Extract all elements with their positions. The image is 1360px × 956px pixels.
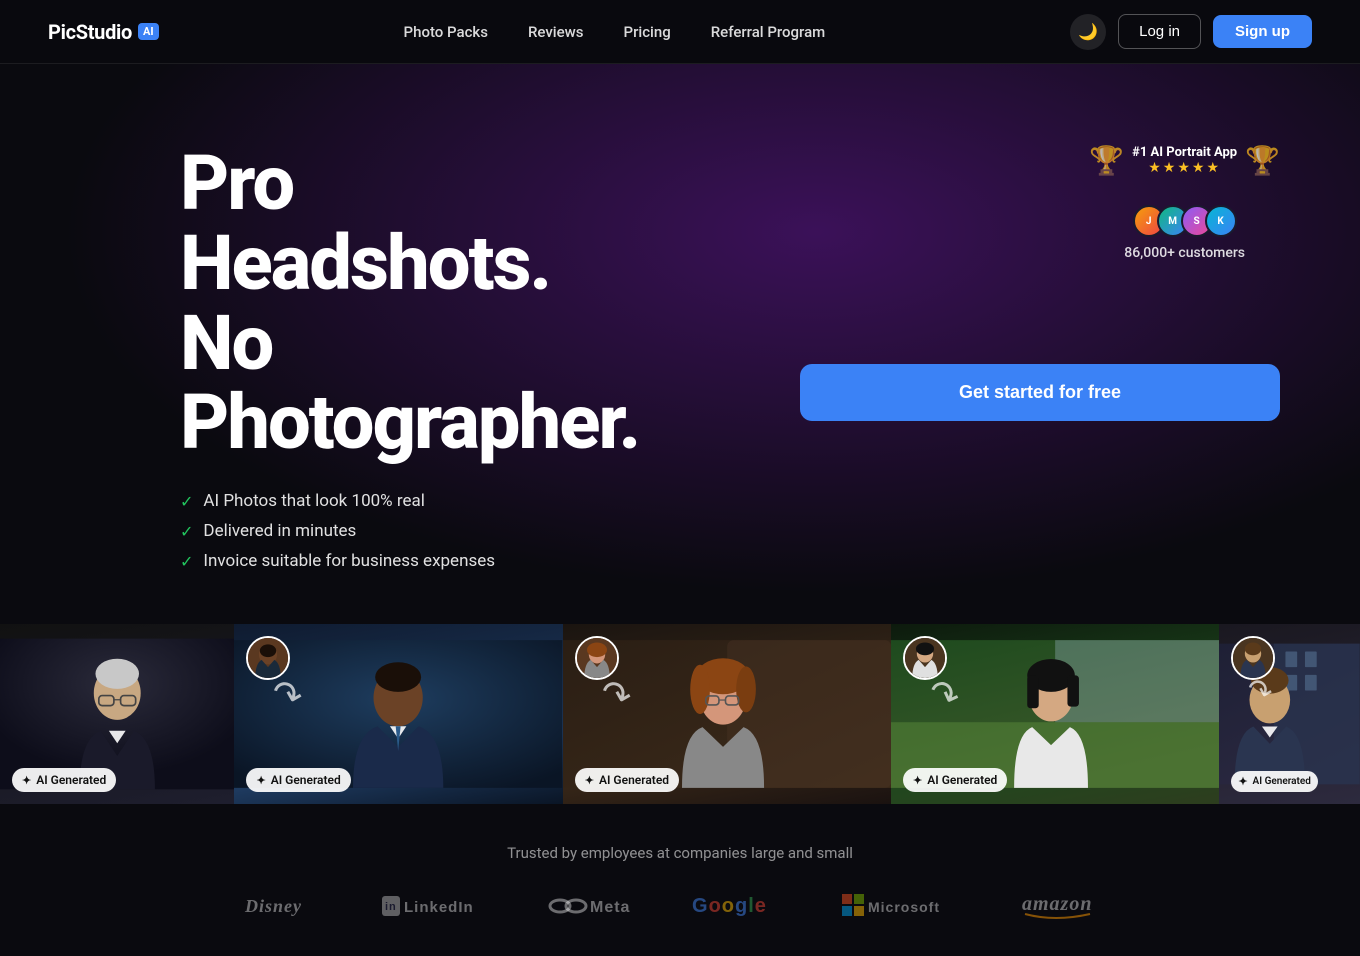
trusted-text: Trusted by employees at companies large … <box>48 844 1312 862</box>
customer-badge: J M S K 86,000+ customers <box>1124 205 1245 261</box>
svg-text:Microsoft: Microsoft <box>868 899 940 915</box>
cta-wrapper: Get started for free <box>800 364 1280 421</box>
feature-item-2: ✓ Delivered in minutes <box>180 521 639 541</box>
star-rating: ★★★★★ <box>1132 160 1237 176</box>
check-icon-1: ✓ <box>180 492 193 511</box>
linkedin-logo: in LinkedIn <box>380 891 480 926</box>
nav-link-pricing[interactable]: Pricing <box>624 23 671 41</box>
ai-badge-2: ✦ AI Generated <box>246 768 350 792</box>
ai-badge-5: ✦ AI Generated <box>1231 771 1318 792</box>
logo-badge: AI <box>138 23 159 40</box>
svg-text:in: in <box>385 901 397 913</box>
login-button[interactable]: Log in <box>1118 14 1201 49</box>
sparkle-icon-2: ✦ <box>256 774 265 787</box>
photo-card-4: ↷ ✦ AI Generated <box>891 624 1219 804</box>
company-logos: Disney in LinkedIn Meta Google <box>48 890 1312 926</box>
disney-logo: Disney <box>240 890 320 926</box>
laurel-left-icon: 🏆 <box>1089 144 1124 177</box>
hero-content: Pro Headshots. No Photographer. ✓ AI Pho… <box>180 144 639 611</box>
svg-text:LinkedIn: LinkedIn <box>404 899 474 916</box>
photo-card-3: ↷ ✦ AI Generated <box>563 624 891 804</box>
logo-text: PicStudio <box>48 20 132 44</box>
svg-text:Disney: Disney <box>244 896 302 916</box>
award-badge: 🏆 #1 AI Portrait App ★★★★★ 🏆 <box>1089 144 1280 177</box>
nav-links: Photo Packs Reviews Pricing Referral Pro… <box>404 22 826 41</box>
photo-card-5: ↷ ✦ AI Generated <box>1219 624 1360 804</box>
nav-link-referral[interactable]: Referral Program <box>711 23 826 41</box>
sparkle-icon-5: ✦ <box>1238 775 1247 788</box>
laurel-right-icon: 🏆 <box>1245 144 1280 177</box>
check-icon-3: ✓ <box>180 552 193 571</box>
ai-badge-4: ✦ AI Generated <box>903 768 1007 792</box>
customer-count: 86,000+ customers <box>1124 245 1245 261</box>
svg-text:amazon: amazon <box>1022 893 1092 915</box>
photo-card-1: ✦ AI Generated <box>0 624 234 804</box>
photo-strip: ✦ AI Generated <box>0 624 1360 804</box>
sparkle-icon-1: ✦ <box>22 774 31 787</box>
feature-item-3: ✓ Invoice suitable for business expenses <box>180 551 639 571</box>
google-logo: Google <box>690 890 780 926</box>
navbar: PicStudio AI Photo Packs Reviews Pricing… <box>0 0 1360 64</box>
ai-badge-1: ✦ AI Generated <box>12 768 116 792</box>
avatar-stack: J M S K <box>1133 205 1237 237</box>
check-icon-2: ✓ <box>180 522 193 541</box>
signup-button[interactable]: Sign up <box>1213 15 1312 48</box>
microsoft-logo: Microsoft <box>840 891 960 925</box>
avatar-4: K <box>1205 205 1237 237</box>
nav-link-reviews[interactable]: Reviews <box>528 23 584 41</box>
sparkle-icon-3: ✦ <box>585 774 594 787</box>
get-started-button[interactable]: Get started for free <box>800 364 1280 421</box>
theme-toggle-button[interactable]: 🌙 <box>1070 14 1106 50</box>
nav-actions: 🌙 Log in Sign up <box>1070 14 1312 50</box>
amazon-logo: amazon <box>1020 890 1120 926</box>
hero-features-list: ✓ AI Photos that look 100% real ✓ Delive… <box>180 491 639 571</box>
meta-logo: Meta <box>540 891 630 926</box>
svg-text:Google: Google <box>692 895 767 917</box>
social-proof: 🏆 #1 AI Portrait App ★★★★★ 🏆 J M S K 86,… <box>1089 144 1280 261</box>
logo[interactable]: PicStudio AI <box>48 20 159 44</box>
photo-card-2: ↷ ✦ AI Generated <box>234 624 562 804</box>
feature-item-1: ✓ AI Photos that look 100% real <box>180 491 639 511</box>
hero-title: Pro Headshots. No Photographer. <box>180 144 639 463</box>
trusted-section: Trusted by employees at companies large … <box>0 804 1360 956</box>
award-title: #1 AI Portrait App <box>1132 145 1237 160</box>
sparkle-icon-4: ✦ <box>913 774 922 787</box>
svg-text:Meta: Meta <box>590 899 630 916</box>
ai-badge-3: ✦ AI Generated <box>575 768 679 792</box>
hero-section: Pro Headshots. No Photographer. ✓ AI Pho… <box>0 64 1360 624</box>
nav-link-photo-packs[interactable]: Photo Packs <box>404 23 488 41</box>
